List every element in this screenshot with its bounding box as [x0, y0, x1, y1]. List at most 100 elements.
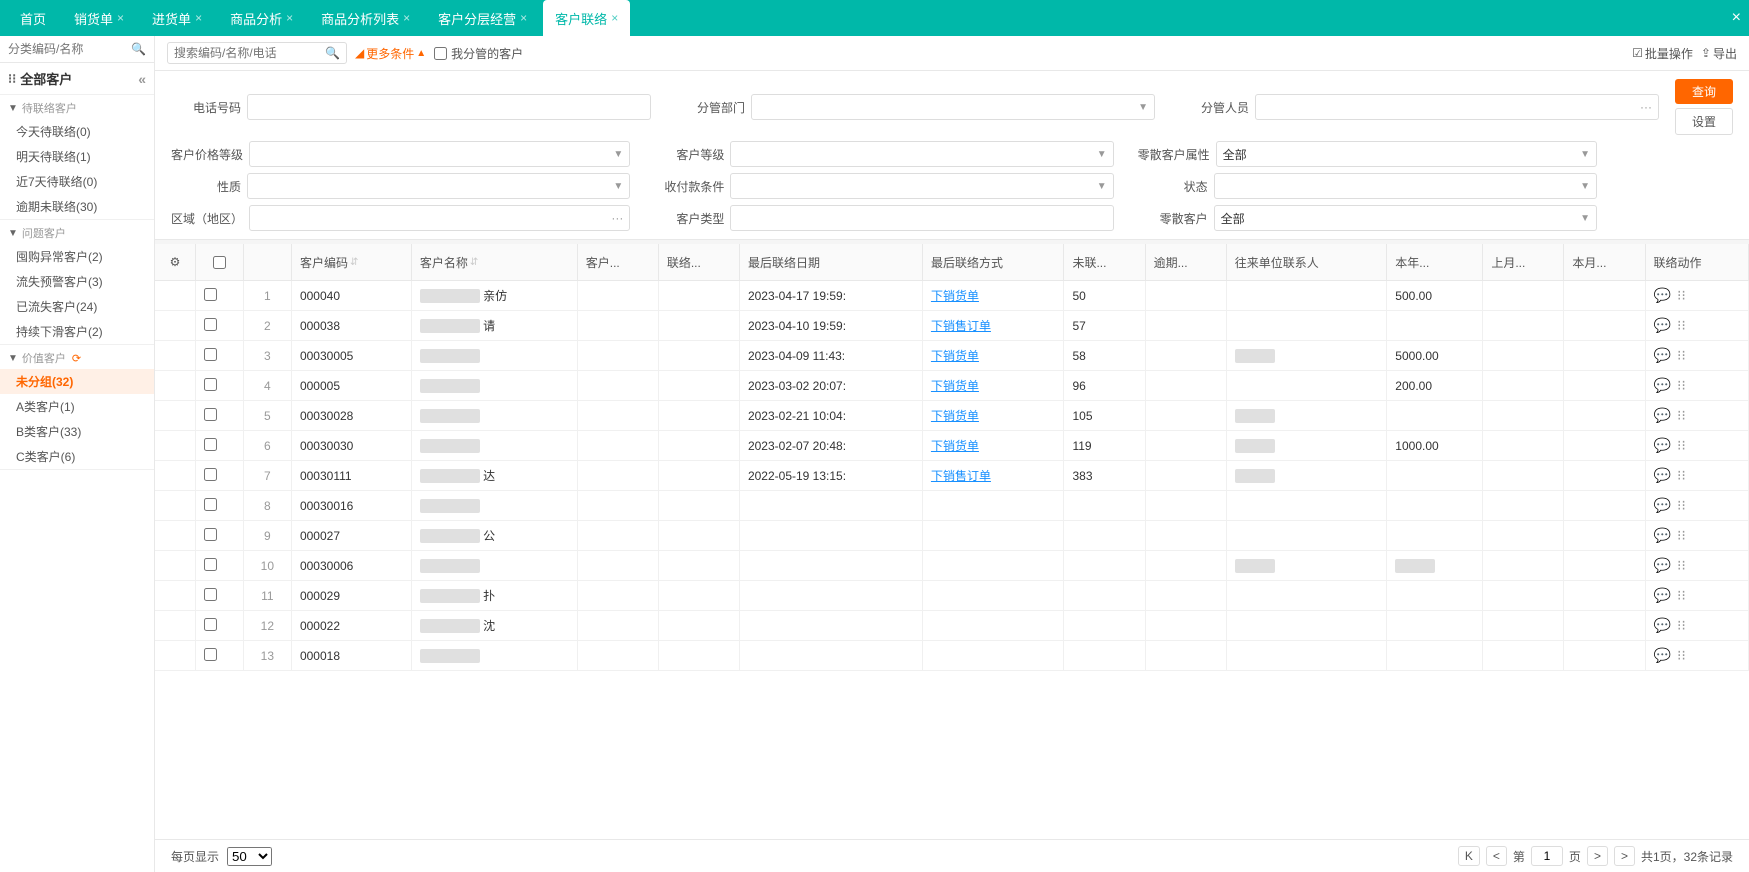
row-checkbox-5[interactable] — [204, 438, 217, 451]
td-checkbox-1[interactable] — [196, 311, 244, 341]
row-checkbox-0[interactable] — [204, 288, 217, 301]
grid-action-icon-12[interactable]: ⁝⁝ — [1677, 647, 1686, 664]
window-close-icon[interactable]: × — [1732, 9, 1741, 27]
message-icon-11[interactable]: 💬 — [1654, 617, 1671, 634]
td-checkbox-8[interactable] — [196, 521, 244, 551]
td-last-method-3[interactable]: 下销货单 — [922, 371, 1064, 401]
sidebar-group-value-header[interactable]: ▼ 价值客户 ⟳ — [0, 345, 154, 369]
grid-action-icon-5[interactable]: ⁝⁝ — [1677, 437, 1686, 454]
nav-customer-contact-close[interactable]: × — [611, 11, 618, 25]
nav-sales[interactable]: 销货单 × — [62, 0, 136, 36]
row-checkbox-12[interactable] — [204, 648, 217, 661]
sidebar-item-churn-warning[interactable]: 流失预警客户(3) — [0, 269, 154, 294]
filter-retail-attr-input[interactable]: 全部 ▼ — [1216, 141, 1597, 167]
message-icon-4[interactable]: 💬 — [1654, 407, 1671, 424]
message-icon-2[interactable]: 💬 — [1654, 347, 1671, 364]
td-checkbox-4[interactable] — [196, 401, 244, 431]
batch-operate-btn[interactable]: ☑ 批量操作 — [1632, 45, 1693, 62]
export-btn[interactable]: ⇪ 导出 — [1701, 45, 1737, 62]
td-last-method-4[interactable]: 下销货单 — [922, 401, 1064, 431]
more-conditions-btn[interactable]: ◢ 更多条件 ▲ — [355, 45, 426, 62]
filter-manager-input[interactable]: ··· — [1255, 94, 1659, 120]
select-all-checkbox[interactable] — [213, 256, 226, 269]
td-last-method-5[interactable]: 下销货单 — [922, 431, 1064, 461]
filter-payment-input[interactable]: ▼ — [730, 173, 1113, 199]
td-checkbox-12[interactable] — [196, 641, 244, 671]
reset-button[interactable]: 设置 — [1675, 108, 1733, 135]
td-last-method-2[interactable]: 下销货单 — [922, 341, 1064, 371]
td-checkbox-2[interactable] — [196, 341, 244, 371]
message-icon-8[interactable]: 💬 — [1654, 527, 1671, 544]
row-checkbox-11[interactable] — [204, 618, 217, 631]
td-checkbox-5[interactable] — [196, 431, 244, 461]
nav-customer-tier-close[interactable]: × — [520, 11, 527, 25]
table-settings-icon[interactable]: ⚙ — [163, 250, 187, 274]
nav-customer-tier[interactable]: 客户分层经营 × — [426, 0, 539, 36]
filter-customer-type-input[interactable] — [730, 205, 1113, 231]
filter-nature-input[interactable]: ▼ — [247, 173, 630, 199]
grid-action-icon-3[interactable]: ⁝⁝ — [1677, 377, 1686, 394]
td-checkbox-10[interactable] — [196, 581, 244, 611]
last-page-btn[interactable]: > — [1614, 846, 1635, 866]
row-checkbox-9[interactable] — [204, 558, 217, 571]
sidebar-all-customers[interactable]: ⁝⁝ 全部客户 « — [0, 63, 154, 95]
sidebar-search-box[interactable]: 🔍 — [0, 36, 154, 63]
grid-action-icon-11[interactable]: ⁝⁝ — [1677, 617, 1686, 634]
message-icon-12[interactable]: 💬 — [1654, 647, 1671, 664]
sidebar-item-class-a[interactable]: A类客户(1) — [0, 394, 154, 419]
td-checkbox-6[interactable] — [196, 461, 244, 491]
td-checkbox-0[interactable] — [196, 281, 244, 311]
sidebar-group-problem-header[interactable]: ▼ 问题客户 — [0, 220, 154, 244]
grid-action-icon-8[interactable]: ⁝⁝ — [1677, 527, 1686, 544]
message-icon-5[interactable]: 💬 — [1654, 437, 1671, 454]
main-search-box[interactable]: 🔍 — [167, 42, 347, 64]
message-icon-1[interactable]: 💬 — [1654, 317, 1671, 334]
main-search-icon[interactable]: 🔍 — [325, 46, 340, 60]
td-checkbox-7[interactable] — [196, 491, 244, 521]
my-customers-checkbox[interactable] — [434, 47, 447, 60]
row-checkbox-2[interactable] — [204, 348, 217, 361]
filter-status-input[interactable]: ▼ — [1214, 173, 1597, 199]
row-checkbox-3[interactable] — [204, 378, 217, 391]
query-button[interactable]: 查询 — [1675, 79, 1733, 104]
grid-action-icon-0[interactable]: ⁝⁝ — [1677, 287, 1686, 304]
td-checkbox-3[interactable] — [196, 371, 244, 401]
select-all-checkbox-container[interactable] — [204, 256, 235, 269]
row-checkbox-1[interactable] — [204, 318, 217, 331]
sidebar-item-churned[interactable]: 已流失客户(24) — [0, 294, 154, 319]
next-page-btn[interactable]: > — [1587, 846, 1608, 866]
page-input[interactable] — [1531, 846, 1563, 866]
code-sort-icon[interactable]: ⇵ — [350, 257, 358, 268]
message-icon-10[interactable]: 💬 — [1654, 587, 1671, 604]
sidebar-item-class-b[interactable]: B类客户(33) — [0, 419, 154, 444]
td-last-method-1[interactable]: 下销售订单 — [922, 311, 1064, 341]
row-checkbox-6[interactable] — [204, 468, 217, 481]
row-checkbox-7[interactable] — [204, 498, 217, 511]
sidebar-search-input[interactable] — [8, 42, 127, 56]
nav-product-analysis[interactable]: 商品分析 × — [218, 0, 305, 36]
name-sort-icon[interactable]: ⇵ — [470, 257, 478, 268]
first-page-btn[interactable]: K — [1458, 846, 1480, 866]
nav-purchase[interactable]: 进货单 × — [140, 0, 214, 36]
filter-retail-customer-input[interactable]: 全部 ▼ — [1214, 205, 1597, 231]
sidebar-item-today[interactable]: 今天待联络(0) — [0, 119, 154, 144]
td-checkbox-9[interactable] — [196, 551, 244, 581]
nav-sales-close[interactable]: × — [117, 11, 124, 25]
row-checkbox-4[interactable] — [204, 408, 217, 421]
message-icon-0[interactable]: 💬 — [1654, 287, 1671, 304]
sidebar-item-overdue[interactable]: 逾期未联络(30) — [0, 194, 154, 219]
message-icon-7[interactable]: 💬 — [1654, 497, 1671, 514]
grid-action-icon-6[interactable]: ⁝⁝ — [1677, 467, 1686, 484]
nav-customer-contact[interactable]: 客户联络 × — [543, 0, 630, 36]
prev-page-btn[interactable]: < — [1486, 846, 1507, 866]
sidebar-item-class-c[interactable]: C类客户(6) — [0, 444, 154, 469]
nav-product-list-close[interactable]: × — [403, 11, 410, 25]
sidebar-collapse-icon[interactable]: « — [138, 71, 146, 87]
filter-phone-input[interactable] — [247, 94, 651, 120]
my-customers-checkbox-group[interactable]: 我分管的客户 — [434, 45, 523, 62]
nav-home[interactable]: 首页 — [8, 0, 58, 36]
main-search-input[interactable] — [174, 46, 321, 60]
value-refresh-icon[interactable]: ⟳ — [72, 352, 81, 365]
message-icon-3[interactable]: 💬 — [1654, 377, 1671, 394]
sidebar-item-declining[interactable]: 持续下滑客户(2) — [0, 319, 154, 344]
